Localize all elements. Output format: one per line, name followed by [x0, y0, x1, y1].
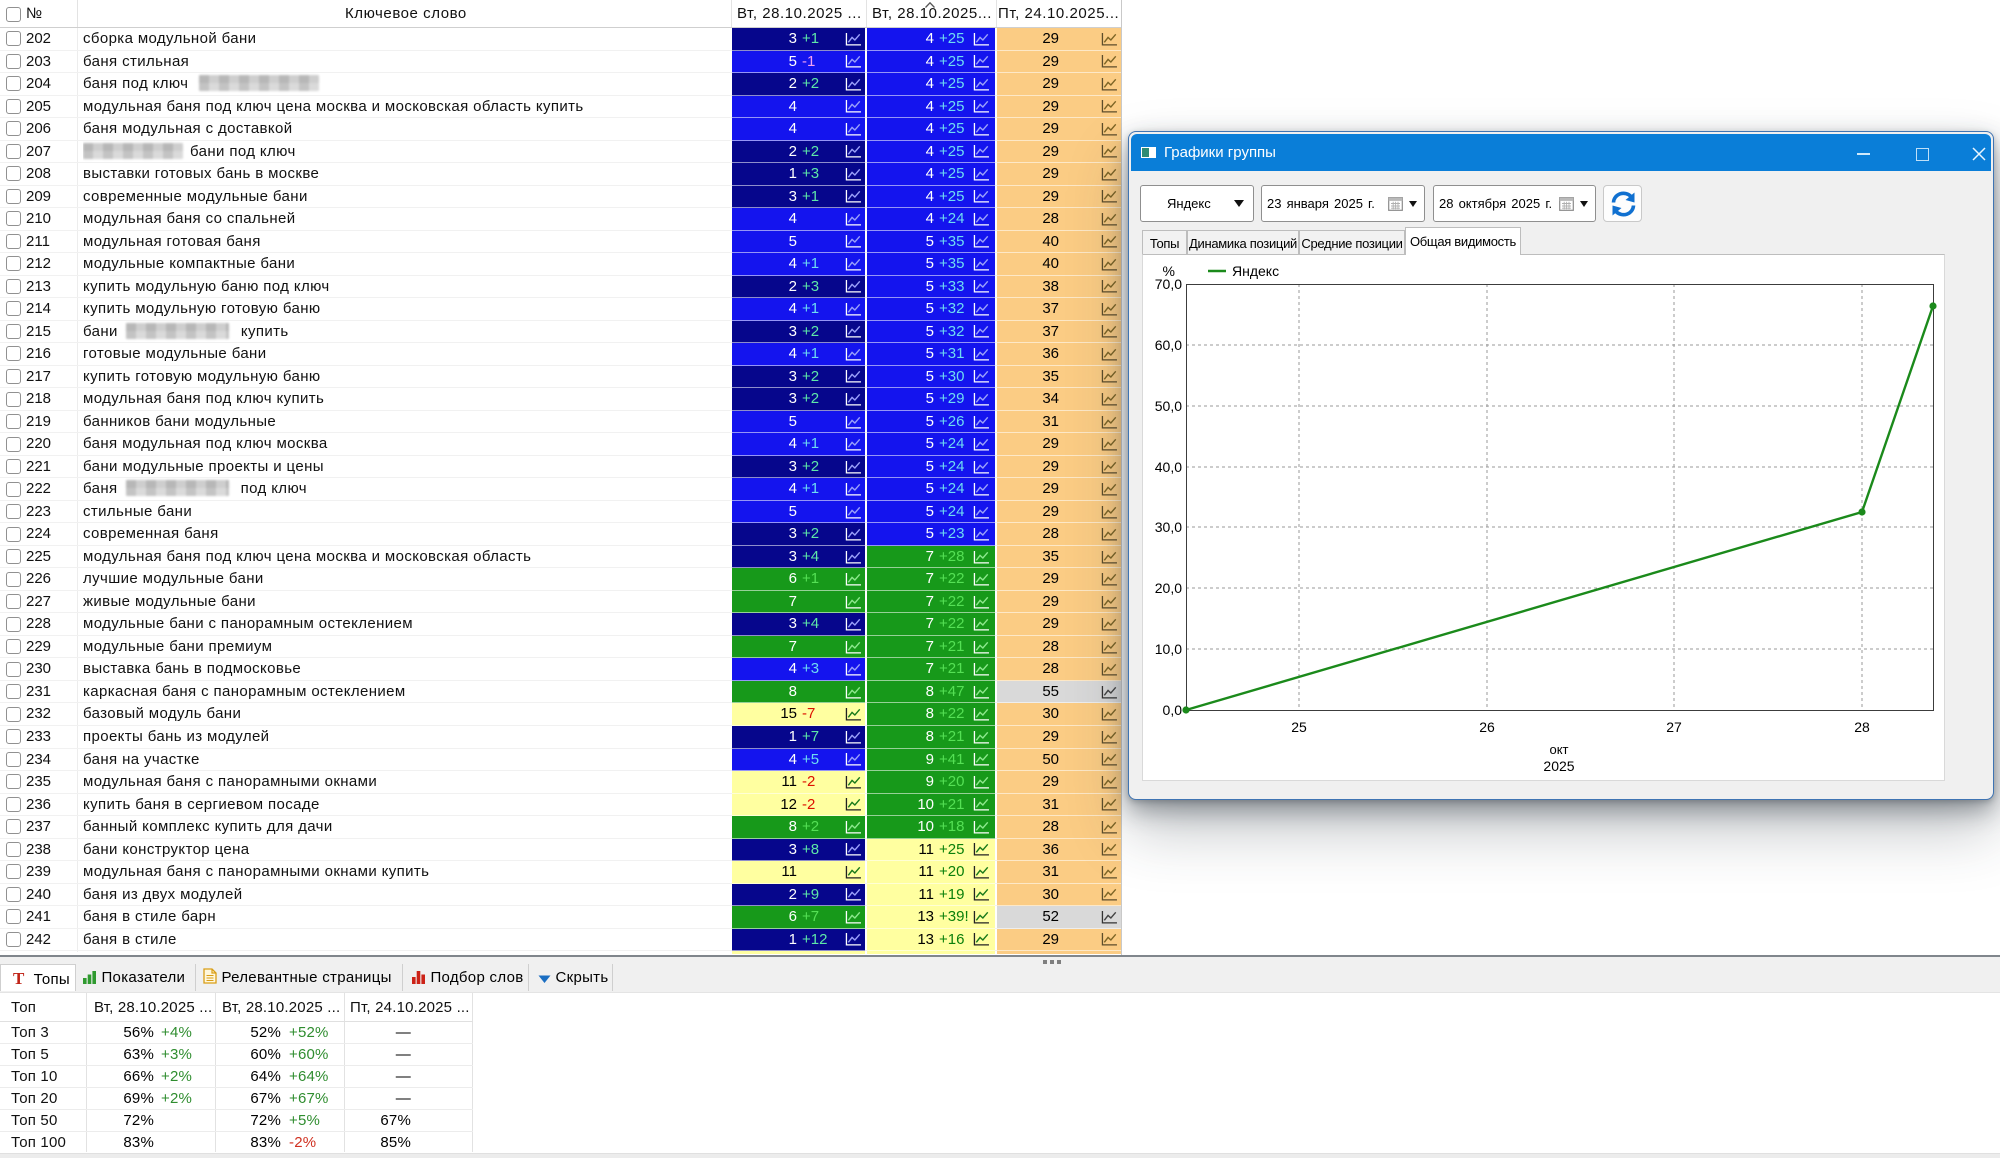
svg-text:40,0: 40,0: [1155, 459, 1182, 475]
svg-text:10,0: 10,0: [1155, 641, 1182, 657]
svg-text:окт: окт: [1549, 742, 1568, 757]
svg-text:0,0: 0,0: [1163, 702, 1183, 718]
svg-text:30,0: 30,0: [1155, 519, 1182, 535]
svg-text:Яндекс: Яндекс: [1232, 263, 1279, 279]
svg-text:20,0: 20,0: [1155, 580, 1182, 596]
svg-text:2025: 2025: [1543, 758, 1574, 774]
svg-text:%: %: [1163, 263, 1175, 279]
svg-text:28: 28: [1854, 719, 1870, 735]
svg-text:26: 26: [1479, 719, 1495, 735]
svg-text:25: 25: [1291, 719, 1307, 735]
svg-text:27: 27: [1666, 719, 1682, 735]
svg-text:50,0: 50,0: [1155, 398, 1182, 414]
svg-text:60,0: 60,0: [1155, 337, 1182, 353]
